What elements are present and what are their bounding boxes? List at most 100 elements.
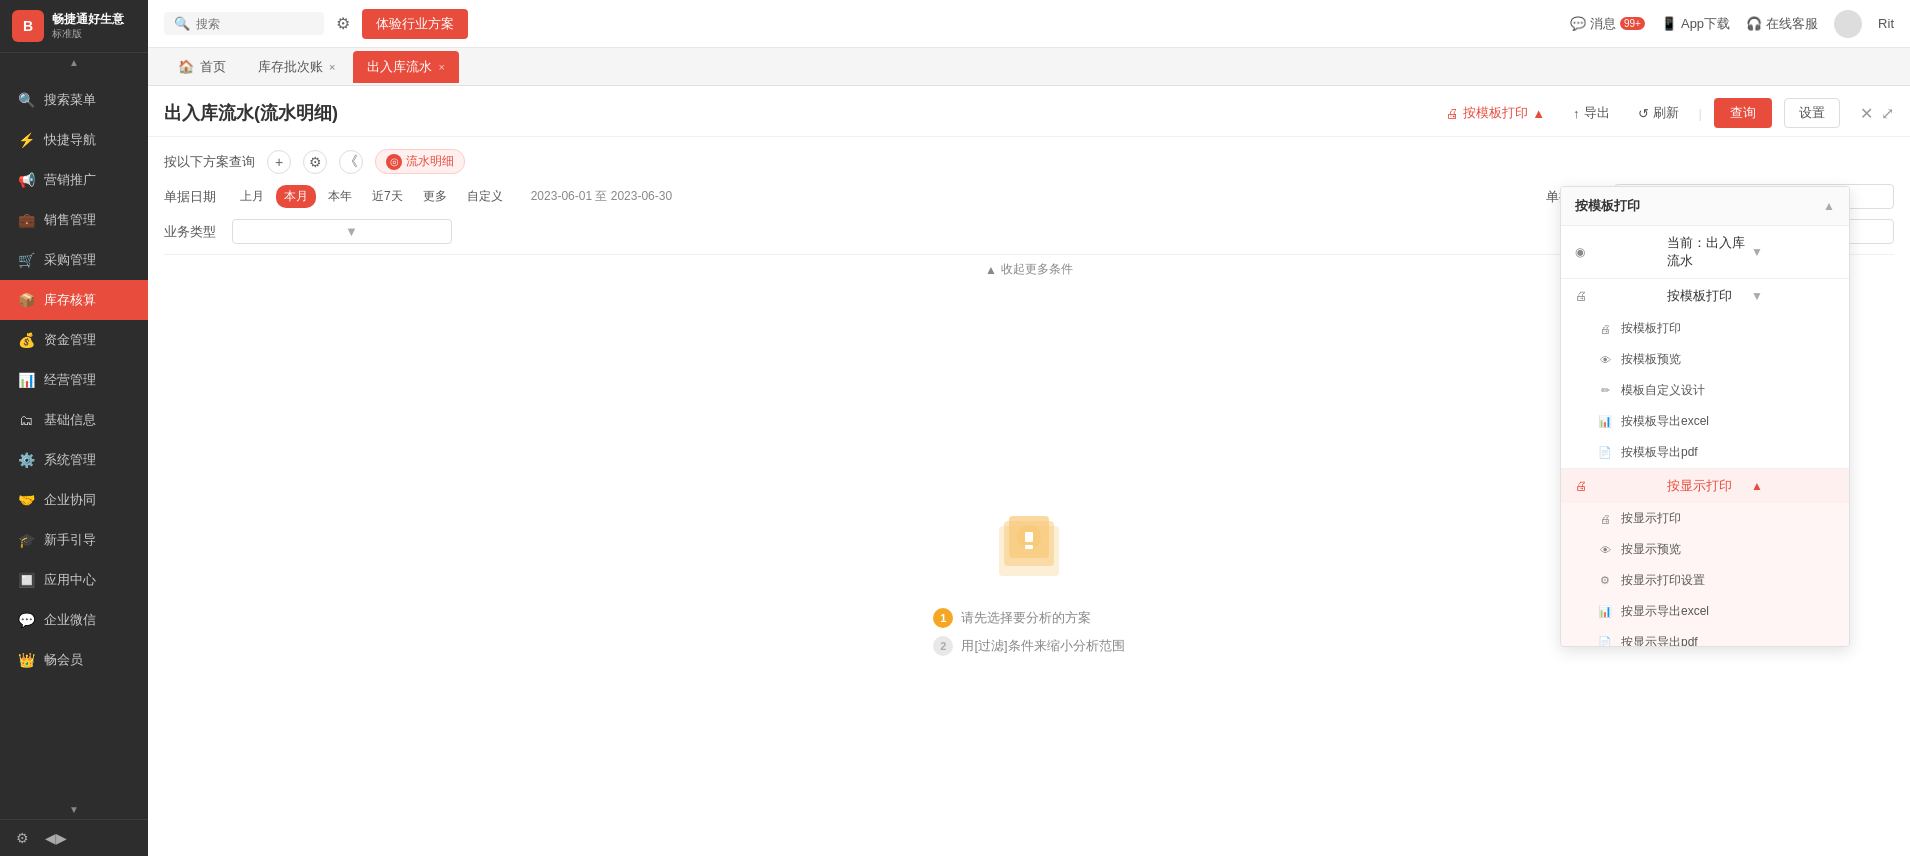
date-tab-current-month[interactable]: 本月: [276, 185, 316, 208]
settings-button[interactable]: 设置: [1784, 98, 1840, 128]
dp-item-display-export-pdf[interactable]: 📄 按显示导出pdf: [1561, 627, 1849, 646]
tab-inventory-batch[interactable]: 库存批次账 ×: [244, 51, 349, 83]
dp-display-print-header[interactable]: 🖨 按显示打印 ▲: [1561, 469, 1849, 503]
sidebar-item-marketing[interactable]: 📢 营销推广: [0, 160, 148, 200]
topbar-search-box[interactable]: 🔍: [164, 12, 324, 35]
dp-item-display-export-excel[interactable]: 📊 按显示导出excel: [1561, 596, 1849, 627]
dropdown-icon2: ▼: [345, 224, 441, 239]
sidebar-scroll-down[interactable]: ▼: [0, 800, 148, 819]
sidebar-item-cooperation[interactable]: 🤝 企业协同: [0, 480, 148, 520]
tab-close-inventory-batch[interactable]: ×: [329, 61, 335, 73]
date-tab-last-7-days[interactable]: 近7天: [364, 185, 411, 208]
search-input[interactable]: [196, 17, 296, 31]
sidebar-item-search[interactable]: 🔍 搜索菜单: [0, 80, 148, 120]
collapse-icon[interactable]: ◀▶: [45, 830, 67, 846]
chevron-up-icon: ▲: [1532, 106, 1545, 121]
query-button[interactable]: 查询: [1714, 98, 1772, 128]
filter-settings-button[interactable]: ⚙: [303, 150, 327, 174]
dp-template-print-label: 按模板打印: [1667, 287, 1751, 305]
topbar: 🔍 ⚙ 体验行业方案 💬 消息 99+ 📱 App下载 🎧 在线客服 Rit: [148, 0, 1910, 48]
display-preview-icon: 👁: [1597, 542, 1613, 558]
dp-item-display-export-excel-label: 按显示导出excel: [1621, 603, 1709, 620]
messages-button[interactable]: 💬 消息 99+: [1570, 15, 1645, 33]
settings-icon[interactable]: ⚙: [16, 830, 29, 846]
dp-item-template-export-excel[interactable]: 📊 按模板导出excel: [1561, 406, 1849, 437]
sidebar-item-inventory[interactable]: 📦 库存核算: [0, 280, 148, 320]
dp-item-template-custom[interactable]: ✏ 模板自定义设计: [1561, 375, 1849, 406]
sidebar-item-sales[interactable]: 💼 销售管理: [0, 200, 148, 240]
gear-icon[interactable]: ⚙: [336, 14, 350, 33]
expand-icon: ▼: [1751, 289, 1835, 303]
dp-item-template-preview[interactable]: 👁 按模板预览: [1561, 344, 1849, 375]
dp-item-template-print[interactable]: 🖨 按模板打印: [1561, 313, 1849, 344]
app-download-button[interactable]: 📱 App下载: [1661, 15, 1730, 33]
solution-button[interactable]: 体验行业方案: [362, 9, 468, 39]
dropdown-content: ◉ 当前：出入库流水 ▼ 🖨 按模板打印 ▼ 🖨: [1561, 226, 1849, 646]
sidebar-item-guide[interactable]: 🎓 新手引导: [0, 520, 148, 560]
dp-item-template-export-pdf[interactable]: 📄 按模板导出pdf: [1561, 437, 1849, 468]
svg-rect-5: [1025, 545, 1033, 549]
sidebar-item-label: 应用中心: [44, 571, 96, 589]
tab-close-inventory-flow[interactable]: ×: [438, 61, 444, 73]
sidebar-item-system[interactable]: ⚙️ 系统管理: [0, 440, 148, 480]
sidebar-item-label: 采购管理: [44, 251, 96, 269]
excel-icon: 📊: [1597, 414, 1613, 430]
tab-home[interactable]: 🏠 首页: [164, 51, 240, 83]
tab-inventory-flow[interactable]: 出入库流水 ×: [353, 51, 458, 83]
collapse-icon: ▲: [985, 263, 997, 277]
filter-collapse-button[interactable]: 《: [339, 150, 363, 174]
dp-item-template-export-excel-label: 按模板导出excel: [1621, 413, 1709, 430]
window-controls: ✕ ⤢: [1860, 104, 1894, 123]
expand-icon2: ▲: [1751, 479, 1835, 493]
date-tab-more[interactable]: 更多: [415, 185, 455, 208]
print-template-button[interactable]: 🖨 按模板打印 ▲: [1438, 100, 1553, 126]
dp-current-header[interactable]: ◉ 当前：出入库流水 ▼: [1561, 226, 1849, 278]
sidebar-item-label: 营销推广: [44, 171, 96, 189]
date-tab-last-month[interactable]: 上月: [232, 185, 272, 208]
sidebar-item-quick-nav[interactable]: ⚡ 快捷导航: [0, 120, 148, 160]
filter-add-button[interactable]: +: [267, 150, 291, 174]
sidebar-scroll-up[interactable]: ▲: [0, 53, 148, 72]
date-tab-current-year[interactable]: 本年: [320, 185, 360, 208]
display-print-icon: 🖨: [1597, 511, 1613, 527]
refresh-icon: ↺: [1638, 106, 1649, 121]
refresh-button[interactable]: ↺ 刷新: [1630, 100, 1687, 126]
refresh-label: 刷新: [1653, 104, 1679, 122]
dp-item-template-export-pdf-label: 按模板导出pdf: [1621, 444, 1698, 461]
sidebar-item-purchase[interactable]: 🛒 采购管理: [0, 240, 148, 280]
username-label[interactable]: Rit: [1878, 16, 1894, 31]
date-tab-custom[interactable]: 自定义: [459, 185, 511, 208]
design-icon: ✏: [1597, 383, 1613, 399]
dp-item-display-preview[interactable]: 👁 按显示预览: [1561, 534, 1849, 565]
page-header: 出入库流水(流水明细) 🖨 按模板打印 ▲ ↑ 导出 ↺ 刷新 | 查询: [148, 86, 1910, 137]
dp-item-display-print-settings[interactable]: ⚙ 按显示打印设置: [1561, 565, 1849, 596]
export-button[interactable]: ↑ 导出: [1565, 100, 1618, 126]
pdf-icon: 📄: [1597, 445, 1613, 461]
business-type-select[interactable]: ▼: [232, 219, 452, 244]
logo-text: 畅捷通好生意 标准版: [52, 12, 124, 41]
sidebar-item-member[interactable]: 👑 畅会员: [0, 640, 148, 680]
phone-icon: 📱: [1661, 16, 1677, 31]
dp-item-template-print-label: 按模板打印: [1621, 320, 1681, 337]
sidebar-item-basic[interactable]: 🗂 基础信息: [0, 400, 148, 440]
window-maximize-icon[interactable]: ⤢: [1881, 104, 1894, 123]
sidebar-item-finance[interactable]: 💰 资金管理: [0, 320, 148, 360]
cooperation-icon: 🤝: [16, 490, 36, 510]
sidebar-item-operation[interactable]: 📊 经营管理: [0, 360, 148, 400]
date-filter-label: 单据日期: [164, 188, 216, 206]
online-service-button[interactable]: 🎧 在线客服: [1746, 15, 1818, 33]
sidebar-item-wechat[interactable]: 💬 企业微信: [0, 600, 148, 640]
topbar-right: 💬 消息 99+ 📱 App下载 🎧 在线客服 Rit: [1570, 10, 1894, 38]
display-pdf-icon: 📄: [1597, 635, 1613, 647]
chevron-down-icon: ▼: [1751, 245, 1835, 259]
sidebar: B 畅捷通好生意 标准版 ▲ 🔍 搜索菜单 ⚡ 快捷导航 📢 营销推广 💼 销售…: [0, 0, 148, 856]
sidebar-item-apps[interactable]: 🔲 应用中心: [0, 560, 148, 600]
window-close-icon[interactable]: ✕: [1860, 104, 1873, 123]
page-actions: 🖨 按模板打印 ▲ ↑ 导出 ↺ 刷新 | 查询 设置 ✕ ⤢: [1438, 98, 1894, 128]
user-avatar[interactable]: [1834, 10, 1862, 38]
dp-item-display-print[interactable]: 🖨 按显示打印: [1561, 503, 1849, 534]
dp-template-print-header[interactable]: 🖨 按模板打印 ▼: [1561, 279, 1849, 313]
dp-item-template-custom-label: 模板自定义设计: [1621, 382, 1705, 399]
messages-label: 消息: [1590, 15, 1616, 33]
content-area: 出入库流水(流水明细) 🖨 按模板打印 ▲ ↑ 导出 ↺ 刷新 | 查询: [148, 86, 1910, 856]
